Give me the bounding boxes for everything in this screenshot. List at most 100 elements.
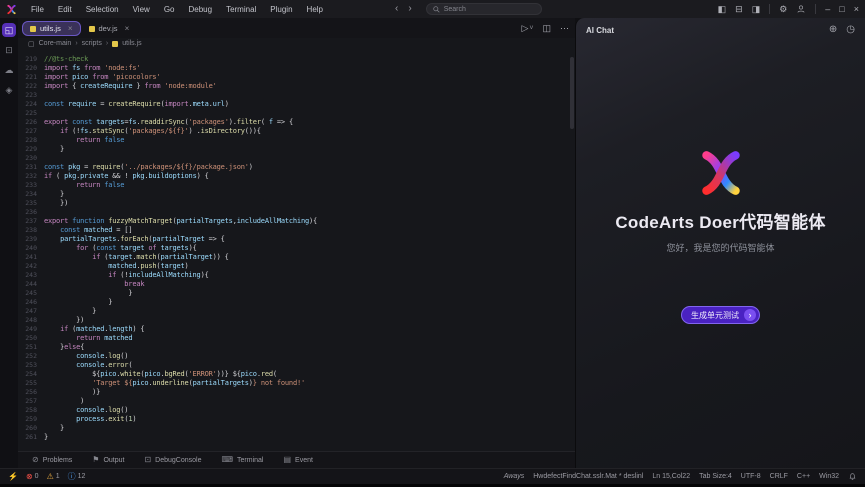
tab-close-icon[interactable]: × (68, 24, 73, 33)
menu-view[interactable]: View (127, 3, 156, 16)
tab-label: dev.js (98, 24, 118, 33)
chevron-right-icon: › (75, 40, 78, 47)
search-icon (433, 5, 440, 13)
activity-bar: ◱ ⊡ ☁ ◈ (0, 18, 18, 468)
menu-edit[interactable]: Edit (52, 3, 78, 16)
run-icon: ▷ (521, 23, 529, 33)
activity-cloud-icon[interactable]: ☁ (2, 63, 16, 77)
project-icon: ▢ (28, 40, 35, 48)
menu-selection[interactable]: Selection (80, 3, 125, 16)
new-chat-icon[interactable]: ⊕ (829, 25, 837, 35)
activity-editors-icon[interactable]: ⊡ (2, 43, 16, 57)
warning-icon: ⚠ (46, 472, 54, 481)
breadcrumb-folder[interactable]: scripts (82, 40, 102, 47)
remote-status-icon[interactable]: ⚡ (8, 472, 18, 481)
info-count[interactable]: ⓘ 12 (68, 471, 86, 482)
titlebar-controls: ◧ ⊟ ◨ ⚙ – □ × (718, 4, 859, 14)
app-window: File Edit Selection View Go Debug Termin… (0, 0, 865, 487)
line-numbers: 219 220 221 222 223 224 225 226 227 228 229 230 231 2… (25, 55, 37, 441)
main-area: ◱ ⊡ ☁ ◈ utils.js × dev.js × ▷ ˅ ◫ ⋯ ▢ Co… (0, 18, 865, 468)
language-mode-indicator[interactable]: C++ (797, 473, 810, 480)
panel-tab-label: Event (295, 456, 313, 464)
code-lines[interactable]: //@ts-check import fs from 'node:fs' impor… (44, 55, 575, 451)
close-button[interactable]: × (854, 4, 859, 14)
codearts-doer-logo (701, 151, 740, 195)
error-count[interactable]: ⊗ 0 (26, 472, 39, 481)
maximize-button[interactable]: □ (839, 4, 844, 14)
terminal-icon: ⌨ (221, 455, 234, 464)
breadcrumb-file[interactable]: utils.js (122, 40, 141, 47)
panel-tab-terminal[interactable]: ⌨ Terminal (221, 456, 263, 464)
tab-utils-js[interactable]: utils.js × (22, 21, 81, 36)
editor-actions: ▷ ˅ ◫ ⋯ (521, 23, 569, 36)
more-actions-icon[interactable]: ⋯ (560, 23, 569, 34)
status-task-item[interactable]: HwdefectFindChat.sslr.Mat * deslinl (533, 473, 643, 480)
chat-panel-title: AI Chat (586, 25, 614, 35)
settings-gear-icon[interactable]: ⚙ (779, 4, 787, 14)
panel-tab-label: Terminal (237, 456, 264, 464)
run-dropdown-caret-icon[interactable]: ˅ (529, 25, 533, 32)
menu-debug[interactable]: Debug (182, 3, 218, 16)
panel-tab-problems[interactable]: ⊘ Problems (32, 456, 72, 464)
divider (769, 4, 771, 14)
menu-plugin[interactable]: Plugin (264, 3, 298, 16)
activity-plugins-icon[interactable]: ◈ (2, 83, 16, 97)
tab-dev-js[interactable]: dev.js × (81, 21, 138, 36)
history-nav: ‹ › (395, 4, 412, 14)
toggle-right-panel-icon[interactable]: ◨ (752, 4, 761, 14)
panel-tab-label: Output (103, 456, 125, 464)
global-search-input[interactable]: Search (425, 3, 542, 15)
bottom-panel-tabs: ⊘ Problems ⚑ Output ⊡ DebugConsole ⌨ Ter… (18, 451, 575, 468)
tab-close-icon[interactable]: × (125, 24, 130, 33)
ai-chat-panel: AI Chat ⊕ ◷ CodeArts Doer代码智能体 您好，我是您的代码… (575, 18, 865, 468)
minimize-button[interactable]: – (825, 4, 830, 14)
js-file-icon (30, 25, 36, 32)
editor-scrollbar[interactable] (570, 57, 574, 129)
menu-file[interactable]: File (25, 3, 50, 16)
account-icon[interactable] (796, 4, 806, 14)
menu-go[interactable]: Go (158, 3, 181, 16)
tab-size-indicator[interactable]: Tab Size:4 (699, 473, 732, 480)
panel-tab-event[interactable]: ▤ Event (283, 456, 312, 464)
platform-indicator[interactable]: Win32 (819, 473, 839, 480)
chat-welcome: CodeArts Doer代码智能体 您好，我是您的代码智能体 生成单元测试 › (576, 42, 865, 468)
panel-tab-label: Problems (42, 456, 73, 464)
js-file-icon (88, 25, 95, 32)
panel-tab-debug-console[interactable]: ⊡ DebugConsole (144, 456, 201, 464)
notifications-bell-icon[interactable] (848, 472, 857, 481)
nav-forward-icon[interactable]: › (408, 4, 411, 14)
error-icon: ⊗ (25, 472, 33, 481)
run-button[interactable]: ▷ ˅ (521, 23, 533, 34)
cta-label: 生成单元测试 (691, 310, 739, 320)
status-extension-item[interactable]: Aways (504, 473, 525, 480)
arrow-right-icon: › (744, 309, 756, 321)
chat-history-icon[interactable]: ◷ (846, 25, 855, 35)
panel-tab-output[interactable]: ⚑ Output (92, 456, 124, 464)
error-count-value: 0 (34, 473, 39, 480)
search-placeholder: Search (443, 5, 466, 13)
code-editor[interactable]: 219 220 221 222 223 224 225 226 227 228 229 230 231 2… (18, 49, 575, 451)
cursor-position[interactable]: Ln 15,Col22 (652, 473, 690, 480)
divider (815, 4, 817, 14)
chevron-right-icon: › (105, 40, 109, 47)
toggle-bottom-panel-icon[interactable]: ⊟ (735, 4, 743, 14)
activity-explorer-icon[interactable]: ◱ (2, 23, 16, 37)
info-count-value: 12 (77, 473, 86, 480)
encoding-indicator[interactable]: UTF-8 (741, 473, 761, 480)
debug-console-icon: ⊡ (144, 455, 152, 464)
breadcrumb-root[interactable]: Core-main (39, 40, 72, 47)
status-bar: ⚡ ⊗ 0 ⚠ 1 ⓘ 12 Aways HwdefectFindChat.ss… (0, 468, 865, 484)
toggle-left-panel-icon[interactable]: ◧ (718, 4, 727, 14)
info-icon: ⓘ (67, 472, 76, 481)
warning-count[interactable]: ⚠ 1 (47, 472, 60, 481)
breadcrumb: ▢ Core-main › scripts › utils.js (18, 38, 575, 49)
chat-cta-button[interactable]: 生成单元测试 › (681, 306, 760, 324)
eol-indicator[interactable]: CRLF (770, 473, 788, 480)
nav-back-icon[interactable]: ‹ (395, 4, 398, 14)
split-editor-icon[interactable]: ◫ (542, 23, 551, 34)
problems-icon: ⊘ (32, 455, 39, 464)
warning-count-value: 1 (55, 473, 60, 480)
menu-help[interactable]: Help (301, 3, 329, 16)
menu-terminal[interactable]: Terminal (220, 3, 262, 16)
editor-column: utils.js × dev.js × ▷ ˅ ◫ ⋯ ▢ Core-main … (18, 18, 575, 468)
